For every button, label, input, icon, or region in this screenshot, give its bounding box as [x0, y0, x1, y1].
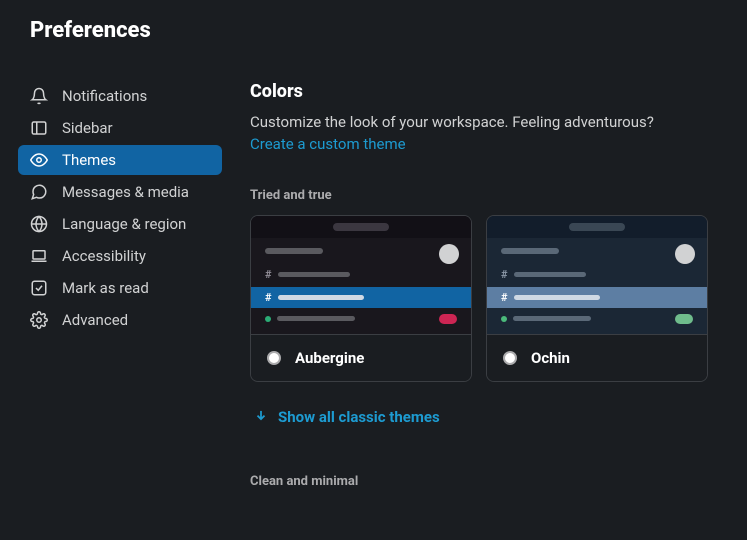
avatar-icon: [439, 244, 459, 264]
sidebar-item-advanced[interactable]: Advanced: [18, 305, 222, 335]
theme-radio[interactable]: [267, 351, 281, 365]
sidebar-item-notifications[interactable]: Notifications: [18, 81, 222, 111]
theme-name: Aubergine: [295, 349, 364, 367]
check-icon: [30, 279, 48, 297]
sidebar-item-language[interactable]: Language & region: [18, 209, 222, 239]
avatar-icon: [675, 244, 695, 264]
sidebar-item-sidebar[interactable]: Sidebar: [18, 113, 222, 143]
tried-true-heading: Tried and true: [250, 188, 723, 203]
globe-icon: [30, 215, 48, 233]
create-custom-theme-link[interactable]: Create a custom theme: [250, 135, 406, 153]
sidebar-item-label: Accessibility: [62, 247, 146, 265]
sidebar-item-mark-read[interactable]: Mark as read: [18, 273, 222, 303]
theme-radio[interactable]: [503, 351, 517, 365]
colors-heading: Colors: [250, 81, 723, 102]
sidebar-item-label: Messages & media: [62, 183, 189, 201]
sidebar-item-label: Sidebar: [62, 119, 113, 137]
preferences-sidebar: Notifications Sidebar Themes Messages & …: [0, 61, 230, 501]
main-content: Colors Customize the look of your worksp…: [230, 61, 747, 501]
theme-label-row: Ochin: [487, 334, 707, 381]
show-all-label: Show all classic themes: [278, 408, 440, 426]
clean-minimal-heading: Clean and minimal: [250, 474, 723, 489]
sidebar-item-label: Notifications: [62, 87, 147, 105]
arrow-down-icon: [254, 408, 268, 426]
theme-label-row: Aubergine: [251, 334, 471, 381]
sidebar-icon: [30, 119, 48, 137]
bell-icon: [30, 87, 48, 105]
sidebar-item-accessibility[interactable]: Accessibility: [18, 241, 222, 271]
eye-icon: [30, 151, 48, 169]
sidebar-item-label: Language & region: [62, 215, 186, 233]
gear-icon: [30, 311, 48, 329]
theme-card-ochin[interactable]: # #: [486, 215, 708, 382]
preferences-header: Preferences: [0, 0, 747, 61]
theme-preview: # #: [251, 216, 471, 334]
sidebar-item-label: Advanced: [62, 311, 128, 329]
sidebar-item-messages[interactable]: Messages & media: [18, 177, 222, 207]
colors-description: Customize the look of your workspace. Fe…: [250, 112, 723, 156]
show-all-classic-themes-button[interactable]: Show all classic themes: [250, 408, 723, 426]
sidebar-item-label: Mark as read: [62, 279, 149, 297]
theme-grid: # #: [250, 215, 723, 382]
page-title: Preferences: [30, 18, 717, 43]
chat-icon: [30, 183, 48, 201]
theme-card-aubergine[interactable]: # #: [250, 215, 472, 382]
laptop-icon: [30, 247, 48, 265]
theme-name: Ochin: [531, 349, 570, 367]
sidebar-item-label: Themes: [62, 151, 116, 169]
sidebar-item-themes[interactable]: Themes: [18, 145, 222, 175]
theme-preview: # #: [487, 216, 707, 334]
